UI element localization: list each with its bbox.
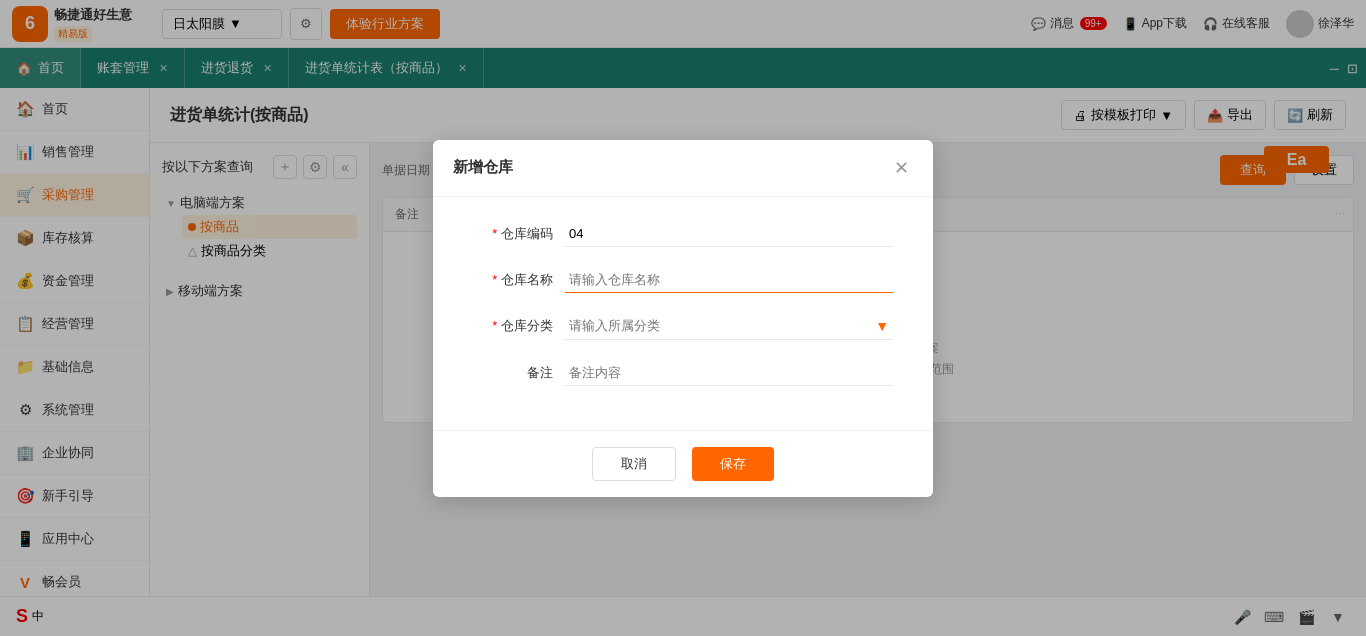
warehouse-note-label: 备注 bbox=[473, 364, 553, 382]
modal-header: 新增仓库 ✕ bbox=[433, 140, 933, 197]
save-button[interactable]: 保存 bbox=[692, 447, 774, 481]
warehouse-category-input[interactable] bbox=[569, 318, 875, 333]
warehouse-category-select[interactable]: ▼ bbox=[565, 313, 893, 340]
modal-overlay[interactable]: 新增仓库 ✕ 仓库编码 仓库名称 仓库分类 ▼ bbox=[0, 0, 1366, 636]
warehouse-code-input[interactable] bbox=[565, 221, 893, 247]
warehouse-name-input[interactable] bbox=[565, 267, 893, 293]
warehouse-name-row: 仓库名称 bbox=[473, 267, 893, 293]
warehouse-code-label: 仓库编码 bbox=[473, 225, 553, 243]
category-dropdown-icon: ▼ bbox=[875, 318, 889, 334]
warehouse-code-row: 仓库编码 bbox=[473, 221, 893, 247]
add-warehouse-modal: 新增仓库 ✕ 仓库编码 仓库名称 仓库分类 ▼ bbox=[433, 140, 933, 497]
modal-title: 新增仓库 bbox=[453, 158, 513, 177]
modal-close-button[interactable]: ✕ bbox=[889, 156, 913, 180]
cancel-button[interactable]: 取消 bbox=[592, 447, 676, 481]
warehouse-name-label: 仓库名称 bbox=[473, 271, 553, 289]
warehouse-note-input[interactable] bbox=[565, 360, 893, 386]
modal-footer: 取消 保存 bbox=[433, 430, 933, 497]
warehouse-category-row: 仓库分类 ▼ bbox=[473, 313, 893, 340]
warehouse-note-row: 备注 bbox=[473, 360, 893, 386]
modal-body: 仓库编码 仓库名称 仓库分类 ▼ 备注 bbox=[433, 197, 933, 430]
warehouse-category-label: 仓库分类 bbox=[473, 317, 553, 335]
